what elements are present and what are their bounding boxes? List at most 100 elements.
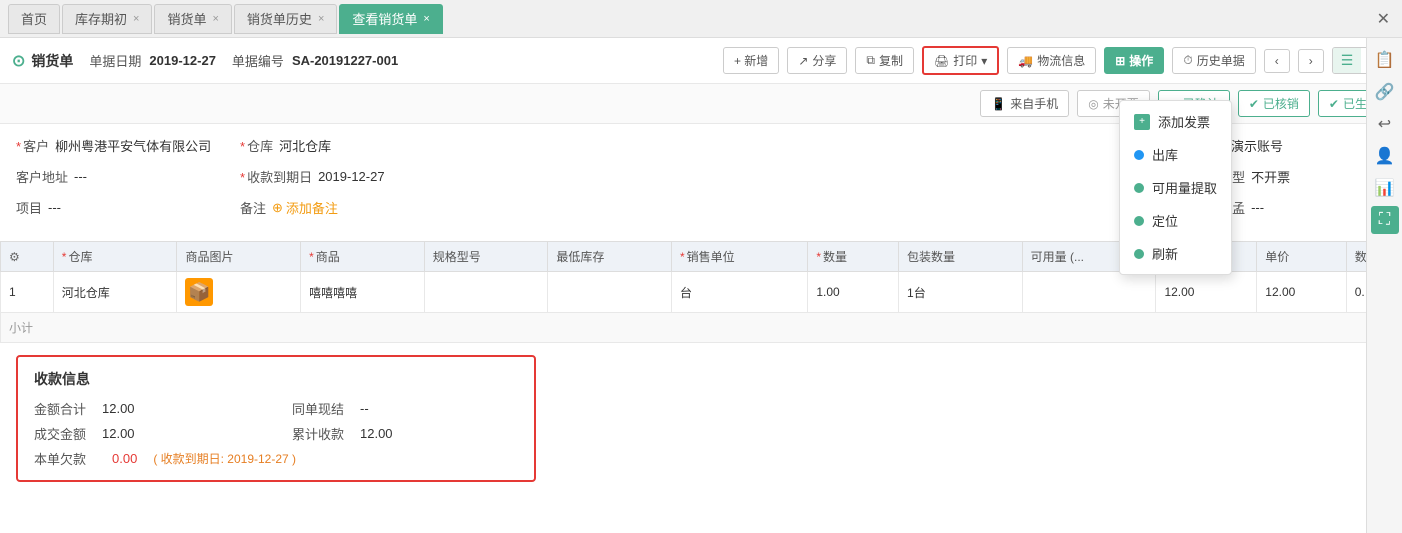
next-button[interactable]: › (1298, 49, 1324, 73)
total-value: 12.00 (102, 401, 135, 416)
ticket-value[interactable]: 不开票 (1251, 167, 1290, 186)
prev-button[interactable]: ‹ (1264, 49, 1290, 73)
project-field: 项目 --- (16, 198, 216, 217)
effective-icon: ✔ (1329, 97, 1339, 111)
list-view-button[interactable]: ☰ (1333, 48, 1362, 73)
locate-dot (1134, 216, 1144, 226)
col-settings[interactable]: ⚙ (1, 242, 54, 272)
due-date-field: 收款到期日 2019-12-27 (240, 167, 440, 186)
logistics-button[interactable]: 🚚 物流信息 (1007, 47, 1096, 74)
cancel-icon: ✔ (1249, 97, 1259, 111)
col-image: 商品图片 (177, 242, 301, 272)
tab-sales-history[interactable]: 销货单历史 × (234, 4, 337, 34)
available-dot (1134, 183, 1144, 193)
subtotal-row: 小计 (1, 313, 1402, 343)
tab-inventory-init[interactable]: 库存期初 × (62, 4, 152, 34)
due-note: ( 收款到期日: 2019-12-27 ) (153, 450, 296, 467)
new-button[interactable]: + 新增 (723, 47, 779, 74)
right-panel-return[interactable]: ↩ (1371, 110, 1399, 138)
col-unit: 销售单位 (672, 242, 808, 272)
truck-icon: 🚚 (1018, 54, 1033, 68)
copy-button[interactable]: ⧉ 复制 (855, 47, 914, 74)
cell-available (1022, 272, 1156, 313)
close-tab-view-sales[interactable]: × (423, 13, 429, 25)
doc-date-field: 单据日期 2019-12-27 (89, 51, 216, 70)
grid-icon: ⊞ (1115, 54, 1125, 68)
dropdown-menu: + 添加发票 出库 可用量提取 定位 刷新 (1119, 100, 1232, 275)
dropdown-locate[interactable]: 定位 (1120, 204, 1231, 237)
cell-stock: 12.00 (1156, 272, 1257, 313)
due-date-value[interactable]: 2019-12-27 (318, 169, 385, 184)
print-chevron: ▾ (981, 54, 987, 68)
document-title: ⊙ 销货单 (12, 51, 73, 71)
tab-view-sales[interactable]: 查看销货单 × (339, 4, 442, 34)
page-close-button[interactable]: ✕ (1377, 9, 1390, 29)
col-price: 单价 (1257, 242, 1346, 272)
share-icon: ↗ (798, 54, 808, 68)
doc-actions: + 新增 ↗ 分享 ⧉ 复制 🖨 打印 ▾ 🚚 物流信息 ⊞ 操作 (723, 46, 1390, 75)
copy-icon: ⧉ (866, 53, 875, 68)
from-phone-button[interactable]: 📱 来自手机 (980, 90, 1069, 117)
owe-value: 0.00 (112, 451, 137, 466)
dropdown-outbound[interactable]: 出库 (1120, 138, 1231, 171)
subtotal-label: 小计 (1, 313, 1402, 343)
right-panel-chart[interactable]: 📊 (1371, 174, 1399, 202)
col-warehouse: 仓库 (53, 242, 177, 272)
add-note-button[interactable]: ⊕ 添加备注 (272, 198, 338, 217)
salesperson-value: --- (1251, 200, 1264, 215)
customer-value[interactable]: 柳州粤港平安气体有限公司 (55, 136, 211, 155)
history-icon: ⏱ (1183, 53, 1192, 68)
cancelled-button[interactable]: ✔ 已核销 (1238, 90, 1310, 117)
warehouse-field: 仓库 河北仓库 (240, 136, 440, 155)
right-panel-user[interactable]: 👤 (1371, 142, 1399, 170)
col-min-stock: 最低库存 (548, 242, 672, 272)
summary-title: 收款信息 (34, 369, 518, 389)
right-panel-expand[interactable]: ⛶ (1371, 206, 1399, 234)
address-label: 客户地址 (16, 167, 68, 186)
customer-field: 客户 柳州粤港平安气体有限公司 (16, 136, 216, 155)
tab-bar: 首页 库存期初 × 销货单 × 销货单历史 × 查看销货单 × ✕ (0, 0, 1402, 38)
outbound-dot (1134, 150, 1144, 160)
trade-amount-label: 成交金额 (34, 424, 94, 443)
dropdown-add-invoice[interactable]: + 添加发票 (1120, 105, 1231, 138)
right-panel: 📋 🔗 ↩ 👤 📊 ⛶ (1366, 38, 1402, 533)
summary-section: 收款信息 金额合计 12.00 同单现结 -- 成交金额 12.00 累计收款 … (16, 355, 536, 482)
due-date-label: 收款到期日 (240, 167, 312, 186)
col-spec: 规格型号 (424, 242, 548, 272)
total-row: 金额合计 12.00 (34, 399, 260, 418)
close-tab-sales-history[interactable]: × (318, 13, 324, 25)
address-field: 客户地址 --- (16, 167, 216, 186)
print-button[interactable]: 🖨 打印 ▾ (922, 46, 999, 75)
cell-min-stock (548, 272, 672, 313)
cell-image: 📦 (177, 272, 301, 313)
gear-icon: ⚙ (9, 250, 20, 264)
cell-product: 嘻嘻嘻嘻 (301, 272, 425, 313)
tab-sales[interactable]: 销货单 × (154, 4, 231, 34)
project-label: 项目 (16, 198, 42, 217)
address-value: --- (74, 169, 87, 184)
right-panel-link[interactable]: 🔗 (1371, 78, 1399, 106)
summary-grid: 金额合计 12.00 同单现结 -- 成交金额 12.00 累计收款 12.00… (34, 399, 518, 468)
tab-home[interactable]: 首页 (8, 4, 60, 34)
right-panel-clipboard[interactable]: 📋 (1371, 46, 1399, 74)
close-tab-sales[interactable]: × (212, 13, 218, 25)
dropdown-available-extract[interactable]: 可用量提取 (1120, 171, 1231, 204)
project-value: --- (48, 200, 61, 215)
share-button[interactable]: ↗ 分享 (787, 47, 847, 74)
circle-icon: ◎ (1088, 97, 1098, 111)
cell-unit: 台 (672, 272, 808, 313)
same-settle-label: 同单现结 (292, 399, 352, 418)
trade-amount-row: 成交金额 12.00 (34, 424, 260, 443)
cell-seq: 1 (1, 272, 54, 313)
cumulative-value: 12.00 (360, 426, 393, 441)
operate-button[interactable]: ⊞ 操作 (1104, 47, 1164, 74)
refresh-dot (1134, 249, 1144, 259)
cell-pack-qty: 1台 (899, 272, 1023, 313)
dropdown-refresh[interactable]: 刷新 (1120, 237, 1231, 270)
warehouse-value[interactable]: 河北仓库 (279, 136, 331, 155)
print-icon: 🖨 (934, 54, 949, 68)
col-quantity: 数量 (808, 242, 899, 272)
phone-icon: 📱 (991, 97, 1006, 111)
history-button[interactable]: ⏱ 历史单据 (1172, 47, 1255, 74)
close-tab-inventory[interactable]: × (133, 13, 139, 25)
